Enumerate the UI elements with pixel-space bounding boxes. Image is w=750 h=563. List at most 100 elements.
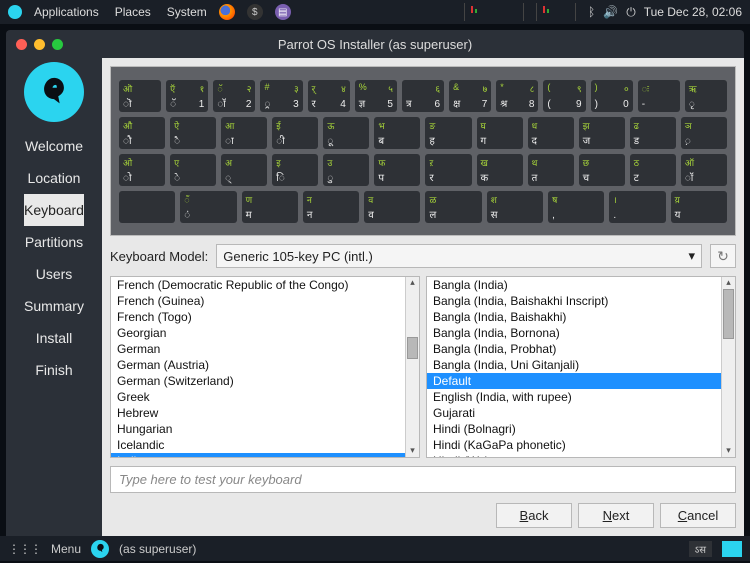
back-label: ack	[528, 508, 548, 523]
key: धद	[528, 117, 574, 149]
list-item[interactable]: German (Austria)	[111, 357, 405, 373]
button-row: Back Next Cancel	[110, 501, 736, 528]
key: य़य	[671, 191, 727, 223]
main-pane: ऒॊऍ१ॅ1ॅ२ॉ2#३्र3र्४र4%५ज्ञ5६त्र6&७क्ष7*८श…	[102, 58, 744, 536]
keyboard-test-input[interactable]: Type here to test your keyboard	[110, 466, 736, 493]
firefox-icon[interactable]	[219, 4, 235, 20]
list-item[interactable]: Gujarati	[427, 405, 721, 421]
key: ङह	[425, 117, 471, 149]
key: थत	[528, 154, 574, 186]
key: ॅ२ॉ2	[213, 80, 255, 112]
list-item[interactable]: Bangla (India, Baishakhi)	[427, 309, 721, 325]
menu-applications[interactable]: Applications	[34, 5, 99, 19]
key: ऱर	[425, 154, 471, 186]
key: घग	[477, 117, 523, 149]
volume-icon[interactable]: 🔊	[603, 5, 618, 19]
key: ँं	[180, 191, 236, 223]
clock[interactable]: Tue Dec 28, 02:06	[644, 5, 742, 19]
sidebar-step-location[interactable]: Location	[24, 162, 84, 194]
menu-grid-icon[interactable]: ⋮⋮⋮	[8, 542, 41, 556]
list-item[interactable]: French (Guinea)	[111, 293, 405, 309]
lists-pane: French (Democratic Republic of the Congo…	[110, 276, 736, 458]
model-row: Keyboard Model: Generic 105-key PC (intl…	[110, 244, 736, 268]
list-item[interactable]: Georgian	[111, 325, 405, 341]
list-item[interactable]: Hungarian	[111, 421, 405, 437]
variant-list[interactable]: Bangla (India)Bangla (India, Baishakhi I…	[426, 276, 736, 458]
key: ६त्र6	[402, 80, 444, 112]
model-label: Keyboard Model:	[110, 249, 208, 264]
key: नन	[303, 191, 359, 223]
next-label: ext	[612, 508, 629, 523]
list-item[interactable]: Bangla (India, Bornona)	[427, 325, 721, 341]
list-item[interactable]: Bangla (India)	[427, 277, 721, 293]
files-icon[interactable]: ▤	[275, 4, 291, 20]
sidebar: WelcomeLocationKeyboardPartitionsUsersSu…	[6, 58, 102, 536]
terminal-icon[interactable]: $	[247, 4, 263, 20]
key: ञ़	[681, 117, 727, 149]
power-icon[interactable]: ⏻	[626, 5, 636, 20]
list-item[interactable]: Icelandic	[111, 437, 405, 453]
scrollbar[interactable]: ▴ ▾	[405, 277, 419, 457]
keyboard-indicator[interactable]: ऽस	[689, 541, 712, 557]
menu-system[interactable]: System	[167, 5, 207, 19]
key: उु	[323, 154, 369, 186]
task-parrot-icon[interactable]	[91, 540, 109, 558]
list-item[interactable]: French (Democratic Republic of the Congo…	[111, 277, 405, 293]
installer-window: Parrot OS Installer (as superuser) Welco…	[6, 30, 744, 536]
show-desktop-icon[interactable]	[722, 541, 742, 557]
list-item[interactable]: German	[111, 341, 405, 357]
taskbar-task[interactable]: (as superuser)	[119, 542, 196, 556]
window-title: Parrot OS Installer (as superuser)	[6, 37, 744, 52]
key: ऒॊ	[119, 80, 161, 112]
scrollbar[interactable]: ▴ ▾	[721, 277, 735, 457]
cancel-button[interactable]: Cancel	[660, 503, 736, 528]
sidebar-step-install[interactable]: Install	[24, 322, 84, 354]
parrot-menu-icon[interactable]	[8, 5, 22, 19]
key: अ्	[221, 154, 267, 186]
chevron-down-icon: ▾	[688, 248, 695, 264]
key: ऑॉ	[681, 154, 727, 186]
list-item[interactable]: Hindi (Bolnagri)	[427, 421, 721, 437]
list-item[interactable]: French (Togo)	[111, 309, 405, 325]
next-button[interactable]: Next	[578, 503, 654, 528]
key: भब	[374, 117, 420, 149]
sidebar-step-summary[interactable]: Summary	[24, 290, 84, 322]
refresh-button[interactable]: ↻	[710, 244, 736, 268]
layout-list[interactable]: French (Democratic Republic of the Congo…	[110, 276, 420, 458]
key: इि	[272, 154, 318, 186]
key: #३्र3	[260, 80, 302, 112]
menu-places[interactable]: Places	[115, 5, 151, 19]
sidebar-step-partitions[interactable]: Partitions	[24, 226, 84, 258]
list-item[interactable]: Hindi (KaGaPa phonetic)	[427, 437, 721, 453]
key: औौ	[119, 117, 165, 149]
sidebar-step-finish[interactable]: Finish	[24, 354, 84, 386]
list-item[interactable]: Hindi (Wx)	[427, 453, 721, 457]
key: छच	[579, 154, 625, 186]
back-button[interactable]: Back	[496, 503, 572, 528]
system-monitor-graph-2[interactable]	[536, 3, 576, 21]
system-monitor-graph[interactable]	[464, 3, 524, 21]
key: ऊू	[323, 117, 369, 149]
list-item[interactable]: Bangla (India, Probhat)	[427, 341, 721, 357]
list-item[interactable]: Greek	[111, 389, 405, 405]
sidebar-step-users[interactable]: Users	[24, 258, 84, 290]
bluetooth-icon[interactable]: ᛒ	[588, 5, 595, 19]
sidebar-step-keyboard[interactable]: Keyboard	[24, 194, 84, 226]
list-item[interactable]: Default	[427, 373, 721, 389]
key: णम	[242, 191, 298, 223]
key: ओो	[119, 154, 165, 186]
list-item[interactable]: Bangla (India, Baishakhi Inscript)	[427, 293, 721, 309]
titlebar: Parrot OS Installer (as superuser)	[6, 30, 744, 58]
model-combo[interactable]: Generic 105-key PC (intl.) ▾	[216, 244, 702, 268]
sidebar-step-welcome[interactable]: Welcome	[24, 130, 84, 162]
list-item[interactable]: Bangla (India, Uni Gitanjali)	[427, 357, 721, 373]
menu-label[interactable]: Menu	[51, 542, 81, 556]
key: ऋृ	[685, 80, 727, 112]
key: खक	[477, 154, 523, 186]
list-item[interactable]: Hebrew	[111, 405, 405, 421]
key: ढड	[630, 117, 676, 149]
list-item[interactable]: German (Switzerland)	[111, 373, 405, 389]
key: %५ज्ञ5	[355, 80, 397, 112]
list-item[interactable]: Indian	[111, 453, 405, 457]
list-item[interactable]: English (India, with rupee)	[427, 389, 721, 405]
